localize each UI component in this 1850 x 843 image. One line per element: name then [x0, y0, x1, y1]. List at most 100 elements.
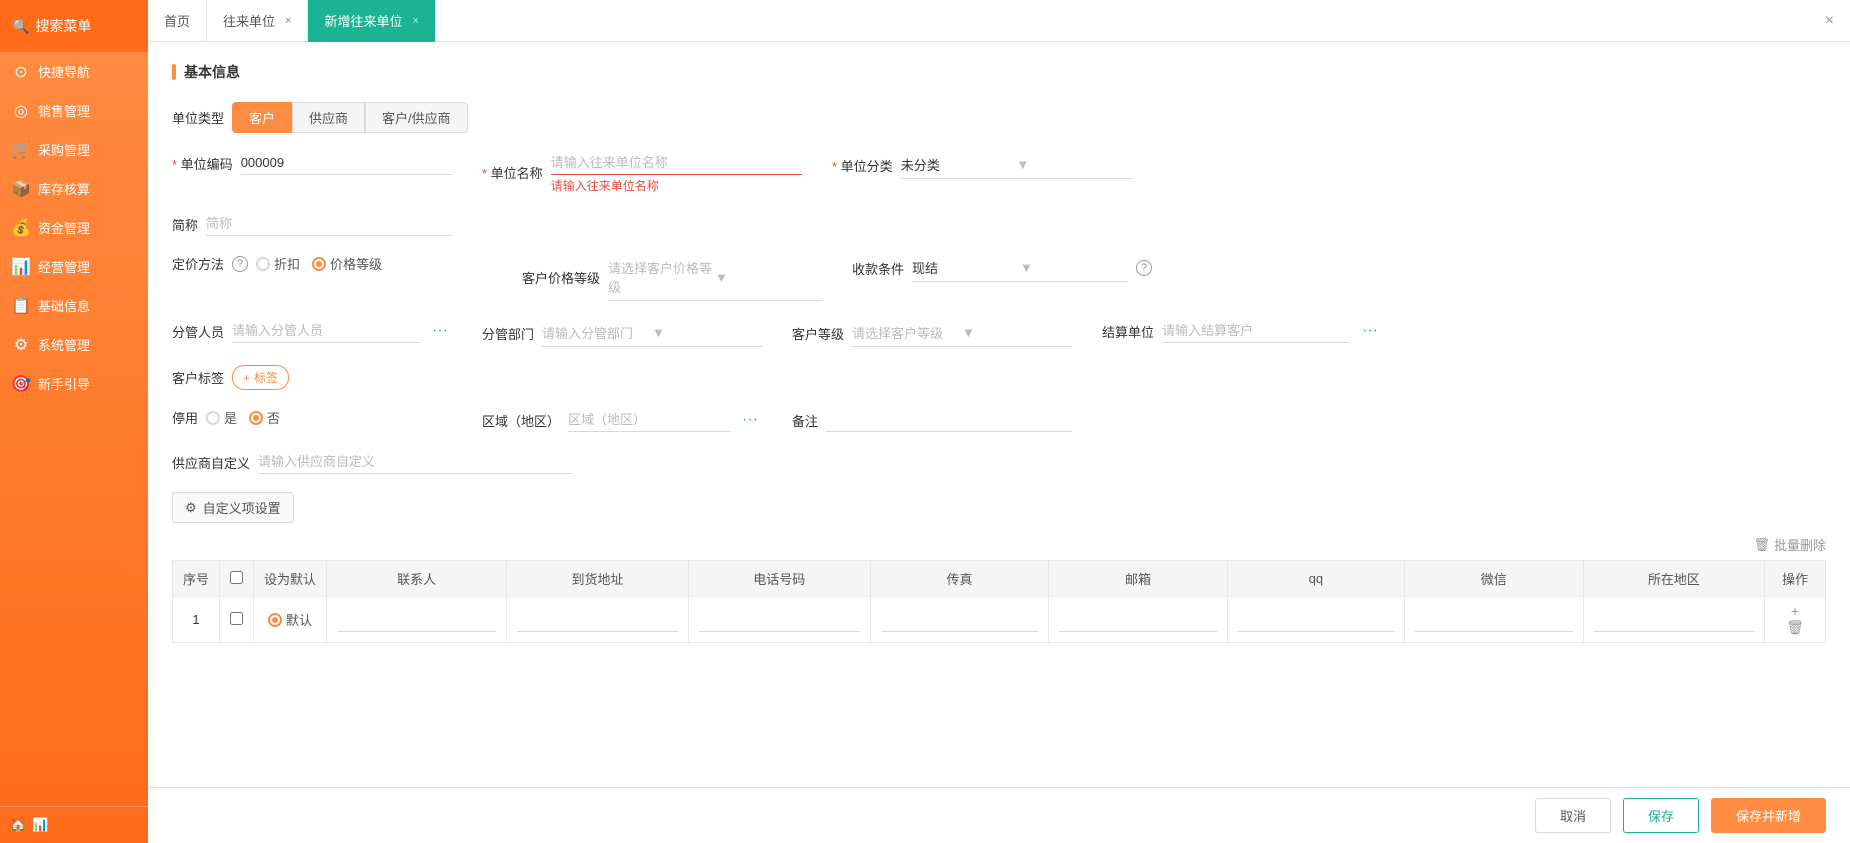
window-close-button[interactable]: × [1809, 0, 1850, 42]
qq-input[interactable] [1238, 608, 1394, 632]
sidebar-item-purchase[interactable]: 🛒 采购管理 [0, 130, 148, 169]
region-group: 区域（地区） ··· [482, 408, 762, 432]
payment-condition-value: 现结 [912, 258, 1020, 277]
manager-more-button[interactable]: ··· [428, 322, 452, 340]
unit-type-buttons: 客户 供应商 客户/供应商 [232, 102, 468, 133]
phone-input[interactable] [699, 608, 860, 632]
sidebar-item-basic[interactable]: 📋 基础信息 [0, 286, 148, 325]
custom-settings-button[interactable]: ⚙ 自定义项设置 [172, 492, 294, 523]
tab-home[interactable]: 首页 [148, 0, 207, 42]
row-region-input[interactable] [1594, 608, 1755, 632]
save-button[interactable]: 保存 [1623, 798, 1699, 833]
sidebar-item-sales[interactable]: ◎ 销售管理 [0, 91, 148, 130]
finance-icon: 💰 [12, 219, 30, 237]
payment-help-icon[interactable]: ? [1136, 260, 1152, 276]
row-wechat[interactable] [1404, 597, 1583, 643]
unit-code-input[interactable] [241, 151, 452, 175]
row-address[interactable] [507, 597, 689, 643]
radio-discount-label: 折扣 [274, 254, 300, 273]
payment-condition-select[interactable]: 现结 ▼ [912, 254, 1128, 282]
pricing-help-icon[interactable]: ? [232, 256, 248, 272]
unit-btn-both[interactable]: 客户/供应商 [365, 102, 468, 133]
table-row: 1 默认 [173, 597, 1826, 643]
row-fax[interactable] [870, 597, 1049, 643]
short-name-input[interactable] [206, 212, 452, 236]
disabled-radio-yes[interactable]: 是 [206, 408, 237, 427]
sidebar-item-operations[interactable]: 📊 经营管理 [0, 247, 148, 286]
manager-input[interactable] [232, 319, 420, 343]
tag-add-button[interactable]: + 标签 [232, 365, 289, 390]
unit-type-row: 单位类型 客户 供应商 客户/供应商 [172, 102, 1826, 133]
region-input[interactable] [568, 408, 730, 432]
sidebar-item-finance[interactable]: 💰 资金管理 [0, 208, 148, 247]
fax-input[interactable] [881, 608, 1039, 632]
sidebar-item-system[interactable]: ⚙ 系统管理 [0, 325, 148, 364]
short-name-row: 简称 [172, 212, 1826, 236]
remark-input[interactable] [826, 408, 1072, 432]
unit-btn-supplier[interactable]: 供应商 [292, 102, 365, 133]
supplier-custom-group: 供应商自定义 [172, 450, 572, 474]
row-phone[interactable] [688, 597, 870, 643]
sidebar-bottom[interactable]: 🏠 📊 [0, 806, 148, 843]
tab-partners-close[interactable]: × [285, 15, 291, 27]
quick-nav-icon: ⊙ [12, 63, 30, 81]
tab-partners[interactable]: 往来单位 × [207, 0, 308, 42]
remark-label: 备注 [792, 411, 818, 430]
wechat-input[interactable] [1415, 608, 1573, 632]
chevron-down-icon2: ▼ [715, 270, 822, 285]
delete-icon: 🗑 [1753, 537, 1770, 553]
unit-name-input-group: 请输入往来单位名称 [551, 151, 802, 194]
row-checkbox[interactable] [230, 612, 243, 625]
settlement-unit-group: 结算单位 ··· [1102, 319, 1382, 343]
contact-input[interactable] [337, 608, 496, 632]
col-region: 所在地区 [1583, 561, 1765, 597]
tab-new-partner[interactable]: 新增往来单位 × [308, 0, 435, 42]
cancel-button[interactable]: 取消 [1535, 798, 1611, 833]
customer-level-select[interactable]: 请选择客户等级 ▼ [852, 319, 1072, 347]
customer-level-placeholder: 请选择客户等级 [852, 323, 962, 342]
row-default-label: 默认 [286, 610, 312, 629]
sidebar-item-inventory[interactable]: 📦 库存核算 [0, 169, 148, 208]
unit-category-select[interactable]: 未分类 ▼ [901, 151, 1132, 179]
radio-price-level-label: 价格等级 [330, 254, 382, 273]
add-row-button[interactable]: + [1791, 603, 1799, 619]
sidebar-search[interactable]: 🔍 搜索菜单 [0, 8, 148, 44]
sidebar-item-quick-nav[interactable]: ⊙ 快捷导航 [0, 52, 148, 91]
delete-row-button[interactable]: 🗑 [1786, 619, 1804, 635]
settlement-unit-input[interactable] [1162, 319, 1350, 343]
customer-level-label: 客户等级 [792, 324, 844, 343]
pricing-radio-discount[interactable]: 折扣 [256, 254, 300, 273]
unit-name-input[interactable] [551, 151, 802, 175]
pricing-label: 定价方法 [172, 254, 224, 273]
tab-new-partner-close[interactable]: × [412, 15, 418, 27]
customer-price-level-group: 客户价格等级 请选择客户价格等级 ▼ [522, 254, 822, 301]
row-default-radio[interactable]: 默认 [264, 610, 316, 629]
customer-price-level-select[interactable]: 请选择客户价格等级 ▼ [608, 254, 822, 301]
batch-delete-button[interactable]: 🗑 批量删除 [172, 535, 1826, 554]
table-header: 序号 设为默认 联系人 到货地址 电话号码 传真 邮箱 qq 微信 所在地区 操… [173, 561, 1826, 597]
settlement-more-button[interactable]: ··· [1358, 322, 1382, 340]
customer-level-group: 客户等级 请选择客户等级 ▼ [792, 319, 1072, 347]
sidebar-item-label: 基础信息 [38, 296, 90, 315]
home-icon: 🏠 [10, 817, 26, 833]
sidebar-item-guide[interactable]: 🎯 新手引导 [0, 364, 148, 403]
row-qq[interactable] [1227, 597, 1404, 643]
address-input[interactable] [517, 608, 678, 632]
email-input[interactable] [1059, 608, 1217, 632]
row-contact[interactable] [327, 597, 507, 643]
save-new-button[interactable]: 保存并新增 [1711, 798, 1826, 833]
contacts-table: 序号 设为默认 联系人 到货地址 电话号码 传真 邮箱 qq 微信 所在地区 操… [172, 560, 1826, 643]
department-select[interactable]: 请输入分管部门 ▼ [542, 319, 762, 347]
unit-btn-customer[interactable]: 客户 [232, 102, 292, 133]
batch-delete-label: 批量删除 [1774, 535, 1826, 554]
row-region[interactable] [1583, 597, 1765, 643]
region-more-button[interactable]: ··· [738, 411, 762, 429]
row-email[interactable] [1049, 597, 1228, 643]
operations-icon: 📊 [12, 258, 30, 276]
disabled-radio-no[interactable]: 否 [249, 408, 280, 427]
department-group: 分管部门 请输入分管部门 ▼ [482, 319, 762, 347]
supplier-custom-input[interactable] [258, 450, 572, 474]
col-default: 设为默认 [254, 561, 327, 597]
pricing-radio-price-level[interactable]: 价格等级 [312, 254, 382, 273]
select-all-checkbox[interactable] [230, 571, 243, 584]
